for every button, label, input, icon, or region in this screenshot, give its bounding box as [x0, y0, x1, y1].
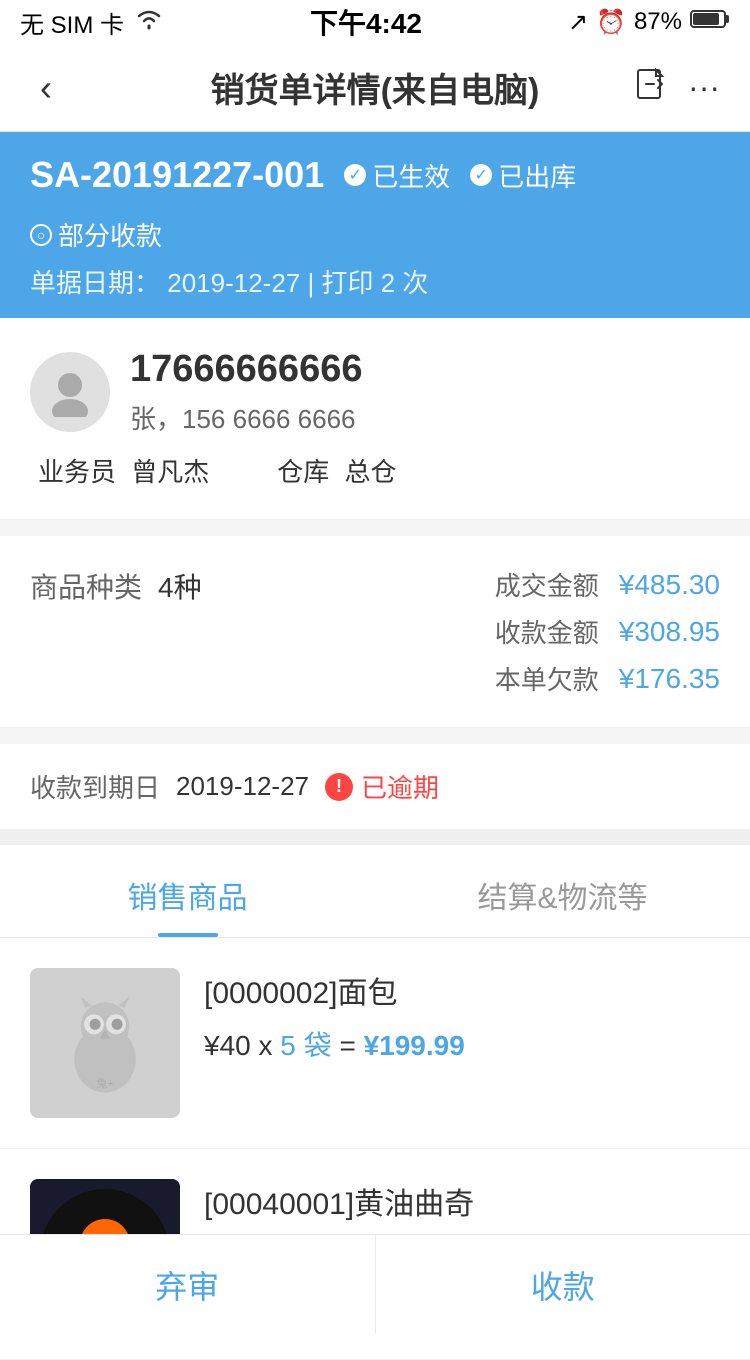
check-shipped-icon: ✓ — [470, 164, 492, 186]
equals-bread: = — [339, 1030, 363, 1061]
order-id: SA-20191227-001 — [30, 154, 324, 196]
check-effective-icon: ✓ — [344, 164, 366, 186]
reject-button[interactable]: 弃审 — [0, 1235, 376, 1334]
status-time: 下午4:42 — [310, 2, 422, 42]
stats-right: 成交金额 ¥485.30 收款金额 ¥308.95 本单欠款 ¥176.35 — [495, 566, 720, 697]
no-sim-text: 无 SIM 卡 — [20, 5, 124, 40]
tabs-section: 销售商品 结算&物流等 — [0, 845, 750, 938]
received-label: 收款金额 — [495, 613, 599, 650]
back-button[interactable]: ‹ — [30, 57, 62, 119]
tab-sales-products[interactable]: 销售商品 — [0, 845, 375, 937]
more-icon[interactable]: ··· — [688, 69, 720, 106]
debt-row: 本单欠款 ¥176.35 — [495, 660, 720, 697]
status-left: 无 SIM 卡 — [20, 5, 164, 40]
svg-text:兔+: 兔+ — [96, 1076, 113, 1090]
stats-section: 商品种类 4种 成交金额 ¥485.30 收款金额 ¥308.95 本单欠款 ¥… — [0, 536, 750, 728]
nav-title: 销货单详情(来自电脑) — [211, 63, 540, 112]
product-info-bread: [0000002]面包 ¥40 x 5 袋 = ¥199.99 — [204, 968, 720, 1064]
overdue-badge: ! 已逾期 — [325, 768, 439, 805]
header-banner: SA-20191227-001 ✓ 已生效 ✓ 已出库 ○ 部分收款 单据日期：… — [0, 132, 750, 318]
collect-payment-button[interactable]: 收款 — [376, 1235, 750, 1334]
qty-bread: 5 — [280, 1030, 296, 1061]
unit-bread: 袋 — [304, 1030, 332, 1061]
product-name-bread: [0000002]面包 — [204, 968, 720, 1012]
product-name-cookie: [00040001]黄油曲奇 — [204, 1179, 720, 1223]
status-shipped: ✓ 已出库 — [470, 157, 576, 194]
customer-meta: 业务员 曾凡杰 仓库 总仓 — [30, 452, 720, 489]
clock-icon: ○ — [30, 224, 52, 246]
customer-name: 张，156 6666 6666 — [130, 399, 362, 436]
status-partial: ○ 部分收款 — [30, 216, 162, 253]
received-row: 收款金额 ¥308.95 — [495, 613, 720, 650]
agent-name: 曾凡杰 — [131, 457, 209, 487]
location-icon: ↗ — [568, 8, 588, 37]
due-date: 2019-12-27 — [176, 771, 309, 802]
price-base-bread: ¥40 — [204, 1030, 251, 1061]
product-types-label: 商品种类 — [30, 566, 142, 606]
status-effective: ✓ 已生效 — [344, 157, 450, 194]
status-right: ↗ ⏰ 87% — [568, 8, 730, 37]
nav-bar: ‹ 销货单详情(来自电脑) ··· — [0, 44, 750, 132]
battery-text: 87% — [634, 8, 682, 36]
banner-order-row: SA-20191227-001 ✓ 已生效 ✓ 已出库 ○ 部分收款 — [30, 154, 720, 253]
customer-avatar — [30, 352, 110, 432]
customer-phone: 17666666666 — [130, 348, 362, 391]
product-price-bread: ¥40 x 5 袋 = ¥199.99 — [204, 1024, 720, 1064]
customer-details: 17666666666 张，156 6666 6666 — [130, 348, 362, 436]
overdue-label: 已逾期 — [361, 768, 439, 805]
deal-amount-value: ¥485.30 — [619, 569, 720, 601]
customer-section: 17666666666 张，156 6666 6666 业务员 曾凡杰 仓库 总… — [0, 318, 750, 520]
status-bar: 无 SIM 卡 下午4:42 ↗ ⏰ 87% — [0, 0, 750, 44]
stats-left: 商品种类 4种 — [30, 566, 202, 606]
total-bread: ¥199.99 — [364, 1030, 465, 1061]
share-icon[interactable] — [632, 66, 668, 110]
product-types-value: 4种 — [158, 566, 202, 606]
price-x-bread: x — [259, 1030, 281, 1061]
debt-label: 本单欠款 — [495, 660, 599, 697]
deal-amount-label: 成交金额 — [495, 566, 599, 603]
agent-label: 业务员 — [38, 457, 116, 487]
stats-grid: 商品种类 4种 成交金额 ¥485.30 收款金额 ¥308.95 本单欠款 ¥… — [30, 566, 720, 697]
alarm-icon: ⏰ — [596, 8, 626, 37]
product-item: 兔+ [0000002]面包 ¥40 x 5 袋 = ¥199.99 — [0, 938, 750, 1149]
received-amount: ¥308.95 — [619, 616, 720, 648]
tab-settlement[interactable]: 结算&物流等 — [375, 845, 750, 937]
agent-info: 业务员 曾凡杰 — [30, 452, 209, 489]
nav-right-actions: ··· — [632, 66, 720, 110]
warehouse-name: 总仓 — [345, 457, 397, 487]
warehouse-info: 仓库 总仓 — [269, 452, 396, 489]
debt-amount: ¥176.35 — [619, 663, 720, 695]
product-image-bread: 兔+ — [30, 968, 180, 1118]
due-section: 收款到期日 2019-12-27 ! 已逾期 — [0, 744, 750, 845]
deal-amount-row: 成交金额 ¥485.30 — [495, 566, 720, 603]
battery-icon — [690, 8, 730, 36]
bottom-bar: 弃审 收款 — [0, 1234, 750, 1334]
banner-date-row: 单据日期： 2019-12-27 | 打印 2 次 — [30, 263, 720, 300]
overdue-icon: ! — [325, 773, 353, 801]
customer-row: 17666666666 张，156 6666 6666 — [30, 348, 720, 436]
warehouse-label: 仓库 — [277, 457, 329, 487]
due-label: 收款到期日 — [30, 768, 160, 805]
wifi-icon — [134, 8, 164, 37]
